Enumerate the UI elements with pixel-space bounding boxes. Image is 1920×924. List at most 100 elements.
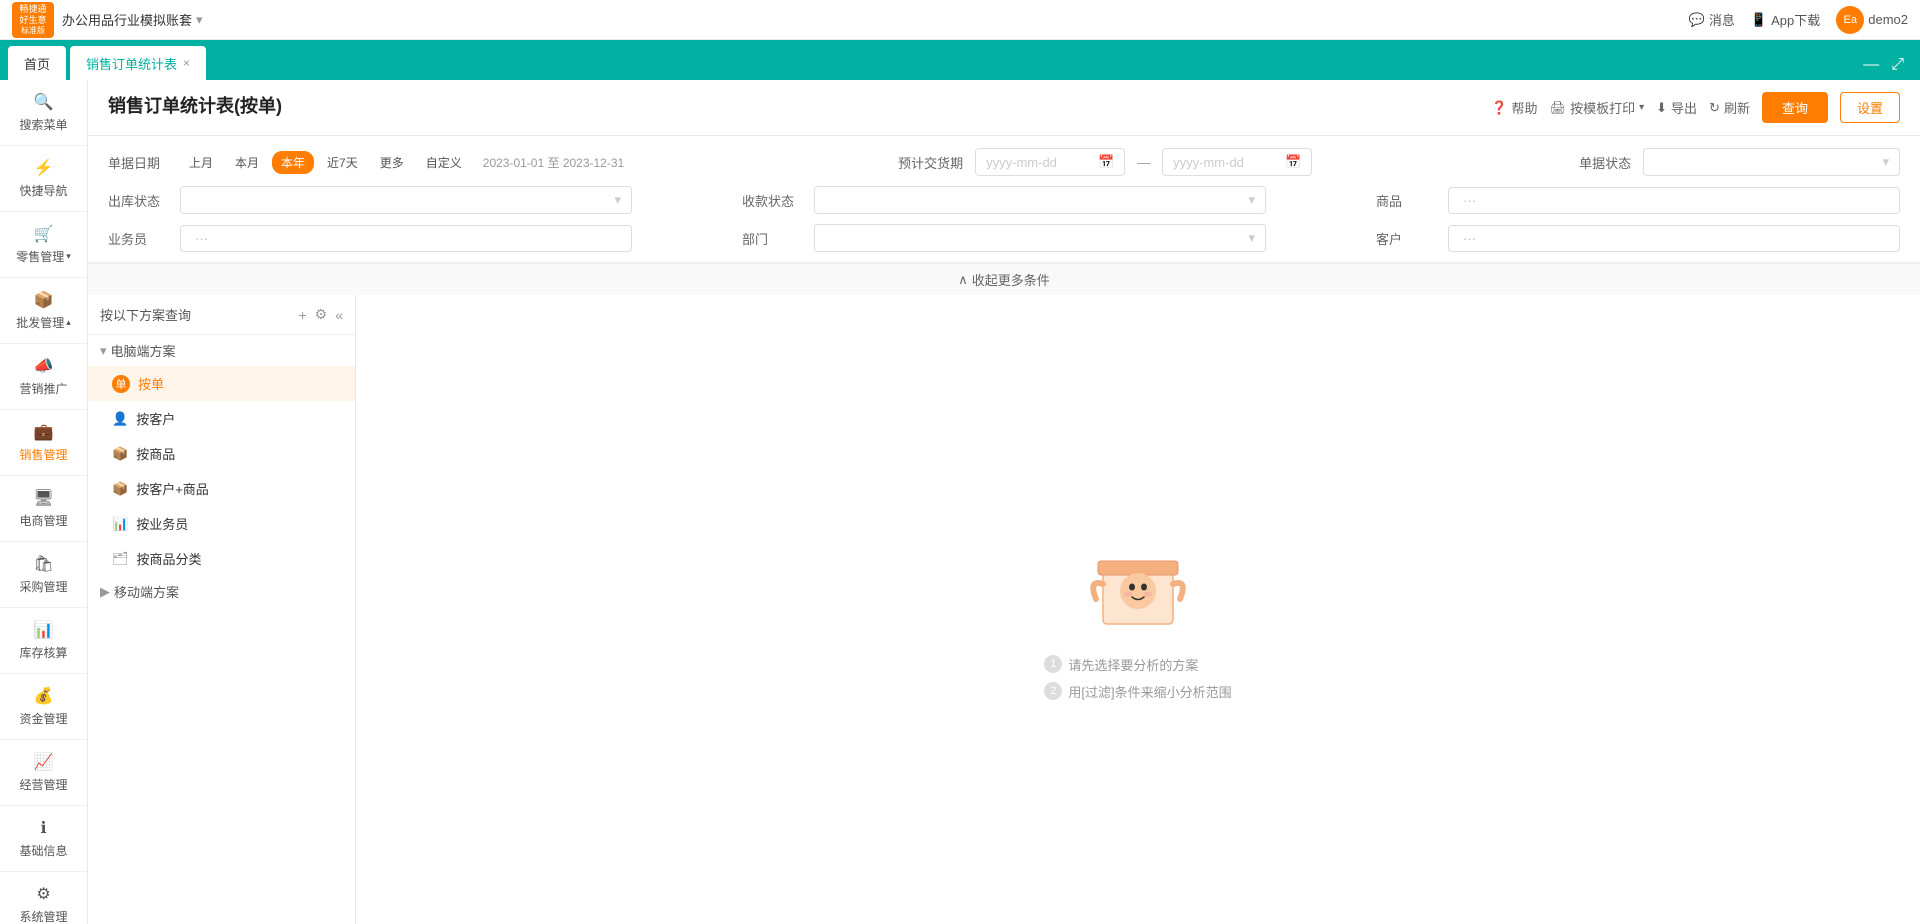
collapse-panel-button[interactable]: « [335,307,343,323]
avatar: Ea [1836,6,1864,34]
customer-more-icon[interactable]: ··· [1463,231,1476,246]
goods-input[interactable]: ··· [1448,187,1900,214]
prev-month-btn[interactable]: 上月 [180,151,222,174]
sidebar-item-system[interactable]: ⚙ 系统管理 [0,872,87,924]
collapse-button[interactable]: ∧ 收起更多条件 [958,270,1050,289]
tree-section-mobile[interactable]: ▶ 移动端方案 [88,576,355,607]
app-download-button[interactable]: 📱 App下载 [1751,10,1820,29]
settings-button[interactable]: 设置 [1840,92,1900,123]
sidebar-item-search[interactable]: 🔍 搜索菜单 [0,80,87,146]
tree-section-pc[interactable]: ▾ 电脑端方案 [88,335,355,366]
sidebar-item-quick-nav[interactable]: ⚡ 快捷导航 [0,146,87,212]
goods-more-icon[interactable]: ··· [1463,193,1476,208]
scheme-settings-button[interactable]: ⚙ [315,306,328,323]
chevron-down-icon: ▾ [614,192,621,208]
tree-item-by-goods[interactable]: 📦 按商品 [88,436,355,471]
empty-hint-2: 2 用[过滤]条件来缩小分析范围 [1044,682,1231,701]
user-profile[interactable]: Ea demo2 [1836,6,1908,34]
left-panel: 按以下方案查询 + ⚙ « ▾ 电脑端方案 单 按单 👤 按客户 [88,295,356,924]
logo: 畅捷通 好生意 标准版 [12,2,54,38]
sidebar-item-marketing[interactable]: 📣 营销推广 [0,344,87,410]
salesman-more-icon[interactable]: ··· [195,231,208,246]
sidebar-item-sales[interactable]: 💼 销售管理 [0,410,87,476]
hint-num-2: 2 [1044,682,1062,700]
active-item-icon: 单 [112,375,130,393]
inventory-icon: 📊 [34,620,54,640]
main-layout: 🔍 搜索菜单 ⚡ 快捷导航 🛒 零售管理 ▾ 📦 批发管理 ▴ 📣 营销推广 [0,80,1920,924]
empty-hint-1: 1 请先选择要分析的方案 [1044,655,1231,674]
date-quick-buttons: 上月 本月 本年 近7天 更多 自定义 [180,151,471,174]
status-select[interactable]: ▾ [1643,148,1900,176]
nav-icon: ⚡ [34,158,54,178]
more-btn[interactable]: 更多 [371,151,413,174]
last7-btn[interactable]: 近7天 [318,151,367,174]
tab-home[interactable]: 首页 [8,46,66,80]
sidebar-item-ecommerce[interactable]: 🖥 电商管理 [0,476,87,542]
logo-text: 畅捷通 好生意 标准版 [19,4,46,35]
filter-row-3: 业务员 ··· 部门 ▾ 客户 ··· [108,224,1900,252]
sidebar-item-operations[interactable]: 📈 经营管理 [0,740,87,806]
sidebar-item-wholesale[interactable]: 📦 批发管理 ▴ [0,278,87,344]
download-icon: 📱 [1751,12,1767,28]
shipment-select[interactable]: ▾ [180,186,632,214]
expected-date-start[interactable]: yyyy-mm-dd 📅 [975,148,1125,176]
salesman-input[interactable]: ··· [180,225,632,252]
chevron-up-icon: ▴ [66,317,71,328]
expand-icon[interactable]: ⤢ [1891,56,1904,74]
help-button[interactable]: ❓ 帮助 [1491,98,1537,117]
tree-item-by-salesman[interactable]: 📊 按业务员 [88,506,355,541]
hint-num-1: 1 [1044,655,1062,673]
this-month-btn[interactable]: 本月 [226,151,268,174]
app-selector[interactable]: 办公用品行业模拟账套 ▾ [62,10,203,29]
sidebar-item-purchase[interactable]: 🛍 采购管理 [0,542,87,608]
add-scheme-button[interactable]: + [298,307,306,323]
purchase-icon: 🛍 [33,554,53,574]
tree-item-by-customer[interactable]: 👤 按客户 [88,401,355,436]
sidebar-item-finance[interactable]: 💰 资金管理 [0,674,87,740]
chevron-down-icon: ▾ [196,12,203,28]
collapse-row: ∧ 收起更多条件 [88,263,1920,295]
expected-date-end[interactable]: yyyy-mm-dd 📅 [1162,148,1312,176]
topbar: 畅捷通 好生意 标准版 办公用品行业模拟账套 ▾ 💬 消息 📱 App下载 Ea… [0,0,1920,40]
sidebar-item-inventory[interactable]: 📊 库存核算 [0,608,87,674]
help-icon: ❓ [1491,100,1507,116]
retail-icon: 🛒 [34,224,54,244]
topbar-right: 💬 消息 📱 App下载 Ea demo2 [1689,6,1908,34]
custom-btn[interactable]: 自定义 [417,151,471,174]
print-chevron: ▾ [1639,102,1644,113]
tab-close-icon[interactable]: × [183,56,190,70]
print-icon: 🖨 [1550,100,1567,116]
refresh-button[interactable]: ↻ 刷新 [1709,98,1750,117]
section-mobile-arrow-icon: ▶ [100,584,110,600]
tree-item-by-order[interactable]: 单 按单 [88,366,355,401]
empty-illustration [1078,519,1198,639]
message-button[interactable]: 💬 消息 [1689,10,1735,29]
export-button[interactable]: ⬇ 导出 [1656,98,1697,117]
print-button[interactable]: 🖨 按模板打印 ▾ [1550,98,1645,117]
query-button[interactable]: 查询 [1762,92,1828,123]
page-header: 销售订单统计表(按单) ❓ 帮助 🖨 按模板打印 ▾ ⬇ 导出 ↻ 刷新 [88,80,1920,136]
refresh-icon: ↻ [1709,100,1720,116]
filter-row-2: 出库状态 ▾ 收款状态 ▾ 商品 ··· [108,186,1900,214]
calendar-icon: 📅 [1098,154,1114,170]
category-tree-icon: 🗂 [112,551,129,567]
baseinfo-icon: ℹ [40,818,46,838]
customer-input[interactable]: ··· [1448,225,1900,252]
sidebar-item-retail[interactable]: 🛒 零售管理 ▾ [0,212,87,278]
export-icon: ⬇ [1656,100,1667,116]
empty-text: 1 请先选择要分析的方案 2 用[过滤]条件来缩小分析范围 [1044,655,1231,701]
chevron-down-icon: ▾ [1248,192,1255,208]
left-panel-header: 按以下方案查询 + ⚙ « [88,295,355,335]
sidebar-item-base-info[interactable]: ℹ 基础信息 [0,806,87,872]
dept-select[interactable]: ▾ [814,224,1266,252]
marketing-icon: 📣 [34,356,54,376]
minimize-icon[interactable]: — [1863,56,1879,74]
page-title: 销售订单统计表(按单) [108,92,282,130]
tree-item-by-category[interactable]: 🗂 按商品分类 [88,541,355,576]
tree-item-by-customer-goods[interactable]: 📦 按客户+商品 [88,471,355,506]
payment-select[interactable]: ▾ [814,186,1266,214]
tab-sales-statistics[interactable]: 销售订单统计表 × [70,46,206,80]
ecommerce-icon: 🖥 [33,488,53,508]
this-year-btn[interactable]: 本年 [272,151,314,174]
message-icon: 💬 [1689,12,1705,28]
